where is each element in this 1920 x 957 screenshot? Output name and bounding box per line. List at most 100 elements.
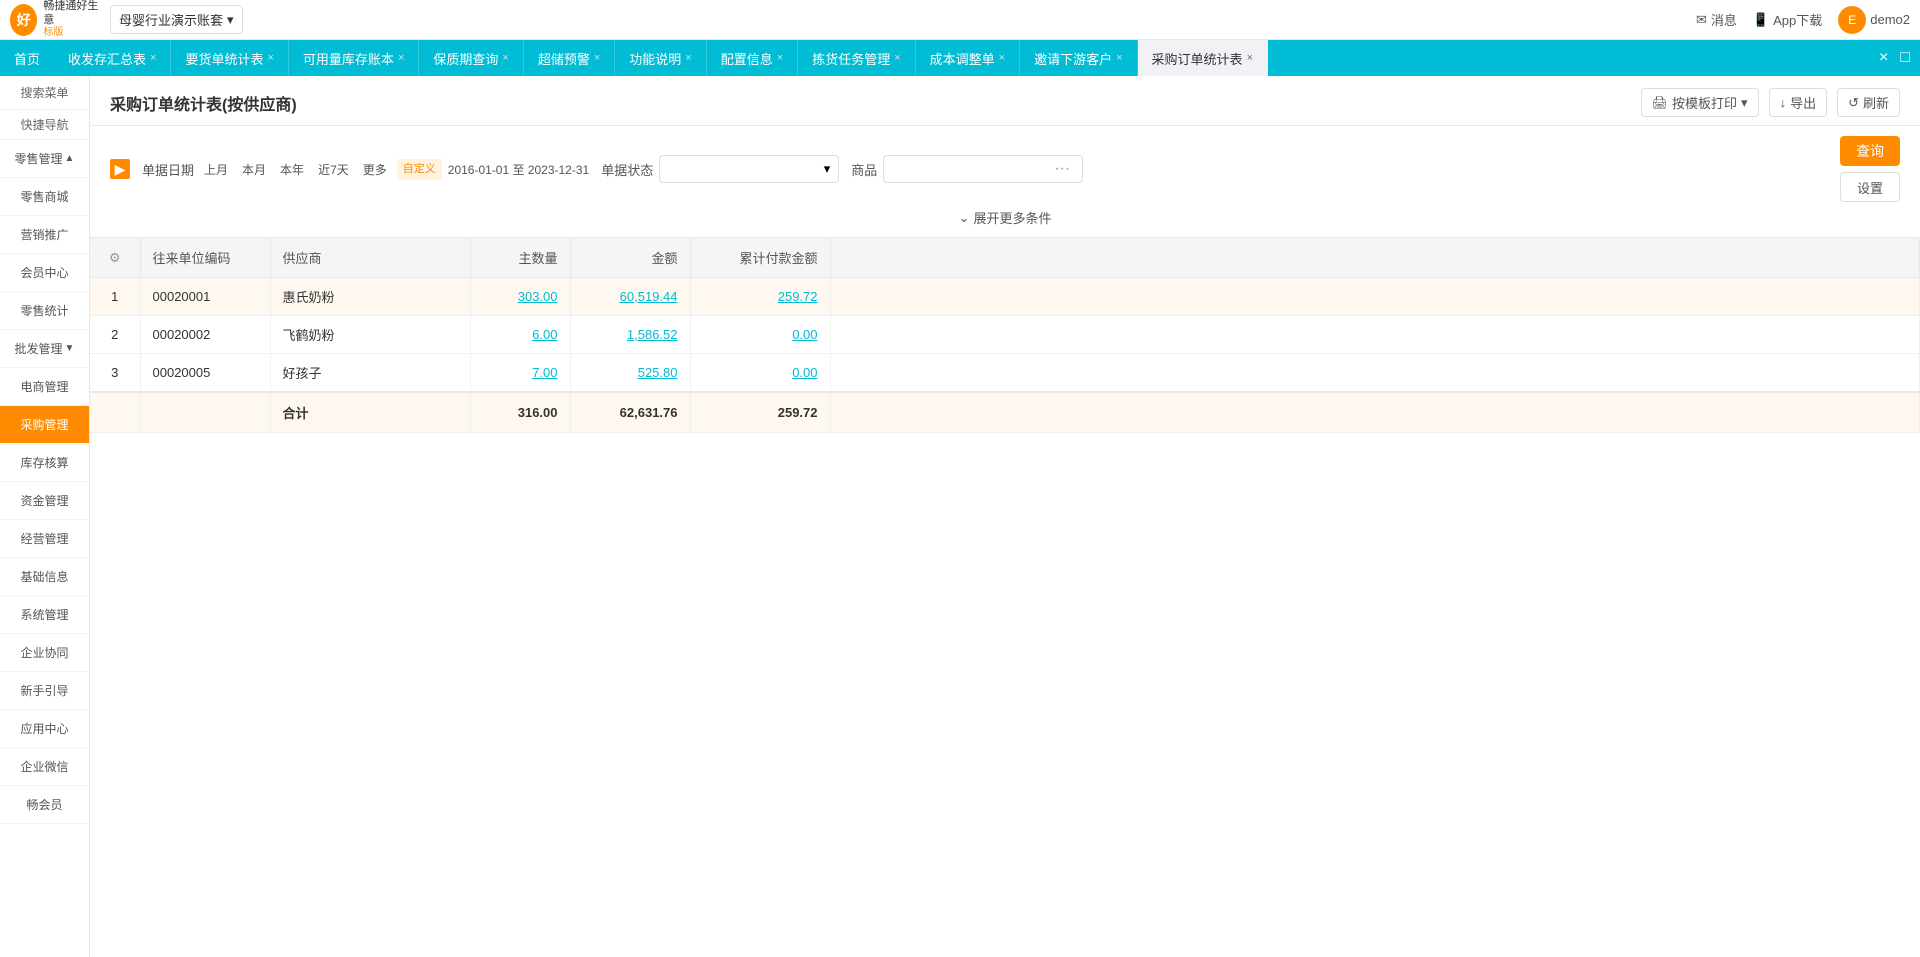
cell-paid[interactable]: 0.00 xyxy=(690,354,830,393)
sidebar-item-retail[interactable]: 零售管理 ▲ xyxy=(0,140,89,178)
tab-jianhuo[interactable]: 拣货任务管理 × xyxy=(798,40,915,76)
date-opt-custom[interactable]: 自定义 xyxy=(397,159,442,180)
close-icon[interactable]: × xyxy=(398,52,404,64)
cell-num: 3 xyxy=(90,354,140,393)
date-opt-this-year[interactable]: 本年 xyxy=(276,159,308,180)
status-filter: 单据状态 ▾ xyxy=(601,155,839,183)
footer-label: 合计 xyxy=(270,392,470,433)
close-icon[interactable]: × xyxy=(894,52,900,64)
date-opt-7days[interactable]: 近7天 xyxy=(314,159,353,180)
chevron-icon: ▼ xyxy=(65,343,75,354)
page-title: 采购订单统计表(按供应商) xyxy=(110,91,297,115)
sidebar-item-operations[interactable]: 经营管理 xyxy=(0,520,89,558)
expand-conditions-btn[interactable]: ⌄ 展开更多条件 xyxy=(959,208,1052,227)
tab-invite[interactable]: 邀请下游客户 × xyxy=(1020,40,1137,76)
cell-paid[interactable]: 0.00 xyxy=(690,316,830,354)
filter-toggle-btn[interactable]: ▶ xyxy=(110,159,130,179)
sidebar-item-inventory[interactable]: 库存核算 xyxy=(0,444,89,482)
sidebar-item-wechat[interactable]: 企业微信 xyxy=(0,748,89,786)
print-button[interactable]: 🖨 按模板打印 ▾ xyxy=(1641,88,1759,117)
sidebar-item-finance[interactable]: 资金管理 xyxy=(0,482,89,520)
col-header-supplier[interactable]: 供应商 xyxy=(270,238,470,278)
cell-amount[interactable]: 60,519.44 xyxy=(570,278,690,316)
cell-qty[interactable]: 6.00 xyxy=(470,316,570,354)
close-icon[interactable]: × xyxy=(777,52,783,64)
date-opt-this-month[interactable]: 本月 xyxy=(238,159,270,180)
table-row[interactable]: 2 00020002 飞鹤奶粉 6.00 1,586.52 0.00 xyxy=(90,316,1920,354)
tab-gongneng[interactable]: 功能说明 × xyxy=(615,40,706,76)
user-info[interactable]: E demo2 xyxy=(1838,6,1910,34)
cell-num: 2 xyxy=(90,316,140,354)
page-header-actions: 🖨 按模板打印 ▾ ↓ 导出 ↺ 刷新 xyxy=(1641,88,1901,117)
export-button[interactable]: ↓ 导出 xyxy=(1769,88,1828,117)
table-row[interactable]: 1 00020001 惠氏奶粉 303.00 60,519.44 259.72 xyxy=(90,278,1920,316)
date-opt-more[interactable]: 更多 xyxy=(359,159,391,180)
close-icon[interactable]: × xyxy=(1247,52,1253,64)
page-header: 采购订单统计表(按供应商) 🖨 按模板打印 ▾ ↓ 导出 ↺ 刷新 xyxy=(90,76,1920,126)
close-icon[interactable]: × xyxy=(150,52,156,64)
tab-baozhi[interactable]: 保质期查询 × xyxy=(419,40,523,76)
sidebar-item-newbie[interactable]: 新手引导 xyxy=(0,672,89,710)
cell-amount[interactable]: 525.80 xyxy=(570,354,690,393)
sidebar-item-ecommerce[interactable]: 电商管理 xyxy=(0,368,89,406)
goods-ellipsis-btn[interactable]: ··· xyxy=(1050,160,1074,178)
tab-purchase-stats[interactable]: 采购订单统计表 × xyxy=(1138,40,1268,76)
cell-amount[interactable]: 1,586.52 xyxy=(570,316,690,354)
date-opt-last-month[interactable]: 上月 xyxy=(200,159,232,180)
cell-paid[interactable]: 259.72 xyxy=(690,278,830,316)
status-select[interactable]: ▾ xyxy=(659,155,839,183)
sidebar-item-app-center[interactable]: 应用中心 xyxy=(0,710,89,748)
close-icon[interactable]: × xyxy=(502,52,508,64)
nav-actions: × □ xyxy=(1869,47,1920,69)
tab-yaohuo[interactable]: 要货单统计表 × xyxy=(171,40,288,76)
tab-home[interactable]: 首页 xyxy=(0,40,54,76)
sidebar-search[interactable]: 搜索菜单 xyxy=(0,76,89,110)
tab-chengben[interactable]: 成本调整单 × xyxy=(916,40,1020,76)
col-header-amount[interactable]: 金额 xyxy=(570,238,690,278)
sidebar-item-enterprise[interactable]: 企业协同 xyxy=(0,634,89,672)
col-header-paid[interactable]: 累计付款金额 xyxy=(690,238,830,278)
table-row[interactable]: 3 00020005 好孩子 7.00 525.80 0.00 xyxy=(90,354,1920,393)
chevron-down-icon: ⌄ xyxy=(959,210,970,226)
tab-keyongliang[interactable]: 可用量库存账本 × xyxy=(289,40,419,76)
sidebar-quick-nav[interactable]: 快捷导航 xyxy=(0,110,89,140)
cell-supplier: 飞鹤奶粉 xyxy=(270,316,470,354)
settings-button[interactable]: 设置 xyxy=(1840,172,1900,202)
cell-qty[interactable]: 303.00 xyxy=(470,278,570,316)
message-icon: ✉ xyxy=(1696,12,1707,28)
close-icon[interactable]: × xyxy=(594,52,600,64)
close-all-btn[interactable]: × xyxy=(1877,47,1890,69)
close-icon[interactable]: × xyxy=(999,52,1005,64)
message-btn[interactable]: ✉ 消息 xyxy=(1696,10,1737,29)
sidebar-item-retail-stats[interactable]: 零售统计 xyxy=(0,292,89,330)
close-icon[interactable]: × xyxy=(1116,52,1122,64)
refresh-button[interactable]: ↺ 刷新 xyxy=(1837,88,1900,117)
sidebar-item-wholesale[interactable]: 批发管理 ▼ xyxy=(0,330,89,368)
app-download-btn[interactable]: 📱 App下载 xyxy=(1753,10,1822,29)
sidebar-item-system[interactable]: 系统管理 xyxy=(0,596,89,634)
close-icon[interactable]: × xyxy=(267,52,273,64)
org-selector[interactable]: 母婴行业演示账套 ▾ xyxy=(110,5,243,34)
close-icon[interactable]: × xyxy=(685,52,691,64)
sidebar-item-retail-shop[interactable]: 零售商城 xyxy=(0,178,89,216)
sidebar-item-membership[interactable]: 畅会员 xyxy=(0,786,89,824)
date-range-display: 2016-01-01 至 2023-12-31 xyxy=(448,161,589,178)
tab-shoufacun[interactable]: 收发存汇总表 × xyxy=(54,40,171,76)
sidebar-item-member[interactable]: 会员中心 xyxy=(0,254,89,292)
table-footer-row: 合计 316.00 62,631.76 259.72 xyxy=(90,392,1920,433)
gear-icon[interactable]: ⚙ xyxy=(109,250,121,265)
footer-qty: 316.00 xyxy=(470,392,570,433)
query-button[interactable]: 查询 xyxy=(1840,136,1900,166)
tab-chaochu[interactable]: 超储预警 × xyxy=(524,40,615,76)
cell-qty[interactable]: 7.00 xyxy=(470,354,570,393)
col-header-code[interactable]: 往来单位编码 xyxy=(140,238,270,278)
maximize-btn[interactable]: □ xyxy=(1898,47,1912,69)
sidebar-item-marketing[interactable]: 营销推广 xyxy=(0,216,89,254)
col-header-qty[interactable]: 主数量 xyxy=(470,238,570,278)
sidebar-item-purchase[interactable]: 采购管理 xyxy=(0,406,89,444)
cell-num: 1 xyxy=(90,278,140,316)
col-header-extra xyxy=(830,238,1920,278)
sidebar-item-basic[interactable]: 基础信息 xyxy=(0,558,89,596)
avatar: E xyxy=(1838,6,1866,34)
tab-peizhi[interactable]: 配置信息 × xyxy=(707,40,798,76)
